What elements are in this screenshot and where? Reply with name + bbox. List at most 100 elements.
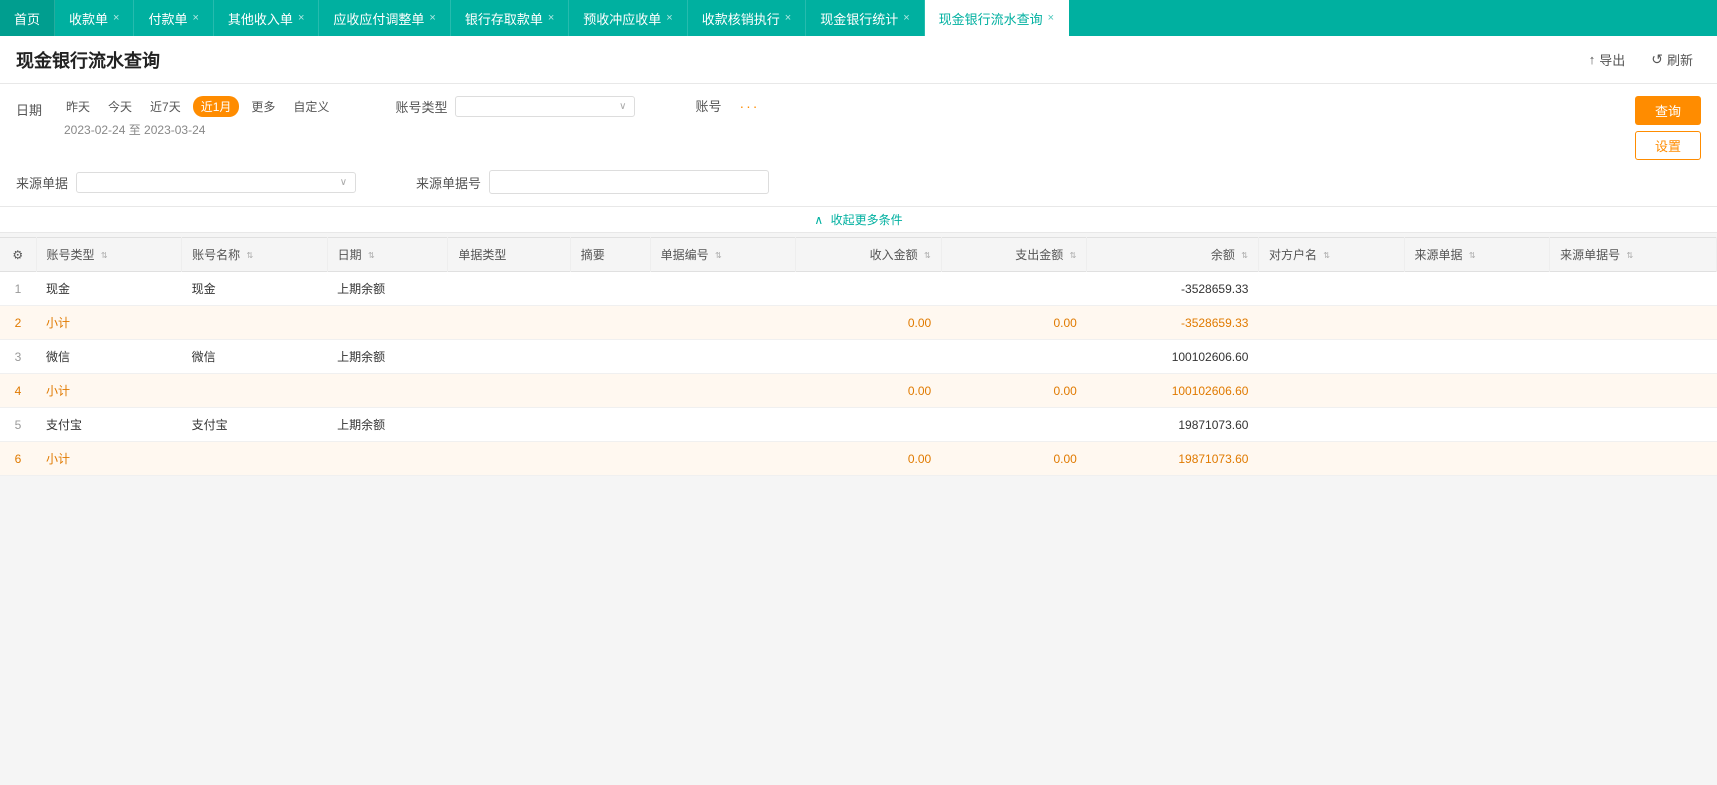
date-opt-yesterday[interactable]: 昨天: [60, 96, 96, 117]
row-expense: [941, 272, 1087, 306]
col-account-name-label: 账号名称: [192, 248, 240, 262]
row-index: 3: [0, 340, 36, 374]
row-doc-type: [448, 340, 570, 374]
row-source-doc: [1404, 340, 1550, 374]
row-index: 4: [0, 374, 36, 408]
row-expense: [941, 408, 1087, 442]
row-summary: [570, 306, 650, 340]
row-counterpart: [1258, 340, 1404, 374]
nav-tab-yushou[interactable]: 预收冲应收单 ×: [569, 0, 687, 36]
account-type-label: 账号类型: [395, 97, 447, 116]
date-opt-custom[interactable]: 自定义: [287, 96, 335, 117]
row-account-name: 支付宝: [182, 408, 328, 442]
nav-tab-label: 付款单: [148, 9, 187, 28]
row-index: 5: [0, 408, 36, 442]
row-counterpart: [1258, 374, 1404, 408]
nav-tab-close[interactable]: ×: [548, 12, 554, 24]
row-account-name: 微信: [182, 340, 328, 374]
row-account-type: 现金: [36, 272, 182, 306]
row-date: [327, 442, 448, 476]
data-table: ⚙ 账号类型 ⇅ 账号名称 ⇅ 日期 ⇅ 单据类型 摘要: [0, 237, 1717, 476]
col-settings[interactable]: ⚙: [0, 238, 36, 272]
nav-tab-shoukuan-hexiao[interactable]: 收款核销执行 ×: [688, 0, 806, 36]
query-button[interactable]: 查询: [1635, 96, 1701, 125]
row-source-doc: [1404, 374, 1550, 408]
table-row: 4小计0.000.00100102606.60: [0, 374, 1717, 408]
date-opt-1month[interactable]: 近1月: [193, 96, 240, 117]
account-type-chevron: ∨: [619, 101, 626, 112]
source-doc-select[interactable]: ∨: [76, 172, 356, 193]
row-counterpart: [1258, 408, 1404, 442]
sort-icon: ⇅: [715, 252, 722, 260]
collapse-bar[interactable]: ∧ 收起更多条件: [0, 207, 1717, 233]
source-doc-no-label: 来源单据号: [416, 173, 481, 192]
date-opt-today[interactable]: 今天: [102, 96, 138, 117]
nav-tab-yinhang[interactable]: 银行存取款单 ×: [451, 0, 569, 36]
col-source-doc-label: 来源单据: [1415, 248, 1463, 262]
settings-button[interactable]: 设置: [1635, 131, 1701, 160]
col-expense-label: 支出金额: [1015, 248, 1063, 262]
col-doc-type[interactable]: 单据类型: [448, 238, 570, 272]
account-label: 账号: [695, 96, 731, 115]
date-opt-more[interactable]: 更多: [245, 96, 281, 117]
top-navigation: 首页 收款单 × 付款单 × 其他收入单 × 应收应付调整单 × 银行存取款单 …: [0, 0, 1717, 36]
nav-tab-yingshou[interactable]: 应收应付调整单 ×: [319, 0, 450, 36]
col-income[interactable]: 收入金额 ⇅: [796, 238, 942, 272]
sort-icon: ⇅: [1241, 252, 1248, 260]
nav-tab-qita[interactable]: 其他收入单 ×: [214, 0, 319, 36]
col-account-type[interactable]: 账号类型 ⇅: [36, 238, 182, 272]
date-opt-7days[interactable]: 近7天: [144, 96, 187, 117]
refresh-button[interactable]: ↺ 刷新: [1643, 46, 1701, 73]
col-source-doc-no[interactable]: 来源单据号 ⇅: [1550, 238, 1717, 272]
col-expense[interactable]: 支出金额 ⇅: [941, 238, 1087, 272]
row-income: 0.00: [796, 442, 942, 476]
col-account-name[interactable]: 账号名称 ⇅: [182, 238, 328, 272]
header-actions: ↑ 导出 ↺ 刷新: [1581, 46, 1701, 73]
col-account-type-label: 账号类型: [47, 248, 95, 262]
row-source-doc-no: [1550, 272, 1717, 306]
col-source-doc-no-label: 来源单据号: [1560, 248, 1620, 262]
nav-tab-close[interactable]: ×: [785, 12, 791, 24]
nav-tab-label: 银行存取款单: [465, 9, 543, 28]
col-counterpart[interactable]: 对方户名 ⇅: [1258, 238, 1404, 272]
col-summary[interactable]: 摘要: [570, 238, 650, 272]
row-date: [327, 306, 448, 340]
col-source-doc[interactable]: 来源单据 ⇅: [1404, 238, 1550, 272]
source-doc-label: 来源单据: [16, 173, 68, 192]
nav-home[interactable]: 首页: [0, 0, 55, 36]
row-doc-no: [650, 272, 796, 306]
col-income-label: 收入金额: [870, 248, 918, 262]
row-index: 2: [0, 306, 36, 340]
date-range-display: 2023-02-24 至 2023-03-24: [64, 121, 335, 138]
nav-tab-label: 其他收入单: [228, 9, 293, 28]
row-income: [796, 272, 942, 306]
row-source-doc: [1404, 272, 1550, 306]
nav-tab-xianjin-tongji[interactable]: 现金银行统计 ×: [806, 0, 924, 36]
col-counterpart-label: 对方户名: [1269, 248, 1317, 262]
col-date[interactable]: 日期 ⇅: [327, 238, 448, 272]
nav-tab-fukuan[interactable]: 付款单 ×: [134, 0, 213, 36]
row-counterpart: [1258, 272, 1404, 306]
source-doc-chevron: ∨: [340, 177, 347, 188]
nav-tab-close[interactable]: ×: [192, 12, 198, 24]
nav-tab-close[interactable]: ×: [1048, 12, 1054, 24]
col-doc-no[interactable]: 单据编号 ⇅: [650, 238, 796, 272]
table-row: 3微信微信上期余额100102606.60: [0, 340, 1717, 374]
account-ellipsis[interactable]: ···: [739, 98, 759, 114]
export-button[interactable]: ↑ 导出: [1581, 46, 1634, 73]
nav-tab-xianjin-liushui[interactable]: 现金银行流水查询 ×: [925, 0, 1069, 36]
nav-tab-close[interactable]: ×: [298, 12, 304, 24]
nav-tab-close[interactable]: ×: [666, 12, 672, 24]
table-row: 1现金现金上期余额-3528659.33: [0, 272, 1717, 306]
nav-tab-shokuan[interactable]: 收款单 ×: [55, 0, 134, 36]
col-summary-label: 摘要: [581, 248, 605, 262]
sort-icon: ⇅: [1323, 252, 1330, 260]
nav-tab-close[interactable]: ×: [903, 12, 909, 24]
nav-tab-close[interactable]: ×: [113, 12, 119, 24]
account-type-select[interactable]: ∨: [455, 96, 635, 117]
source-doc-no-input[interactable]: [489, 170, 769, 194]
row-balance: 19871073.60: [1087, 408, 1259, 442]
col-balance[interactable]: 余额 ⇅: [1087, 238, 1259, 272]
row-balance: 100102606.60: [1087, 340, 1259, 374]
nav-tab-close[interactable]: ×: [429, 12, 435, 24]
